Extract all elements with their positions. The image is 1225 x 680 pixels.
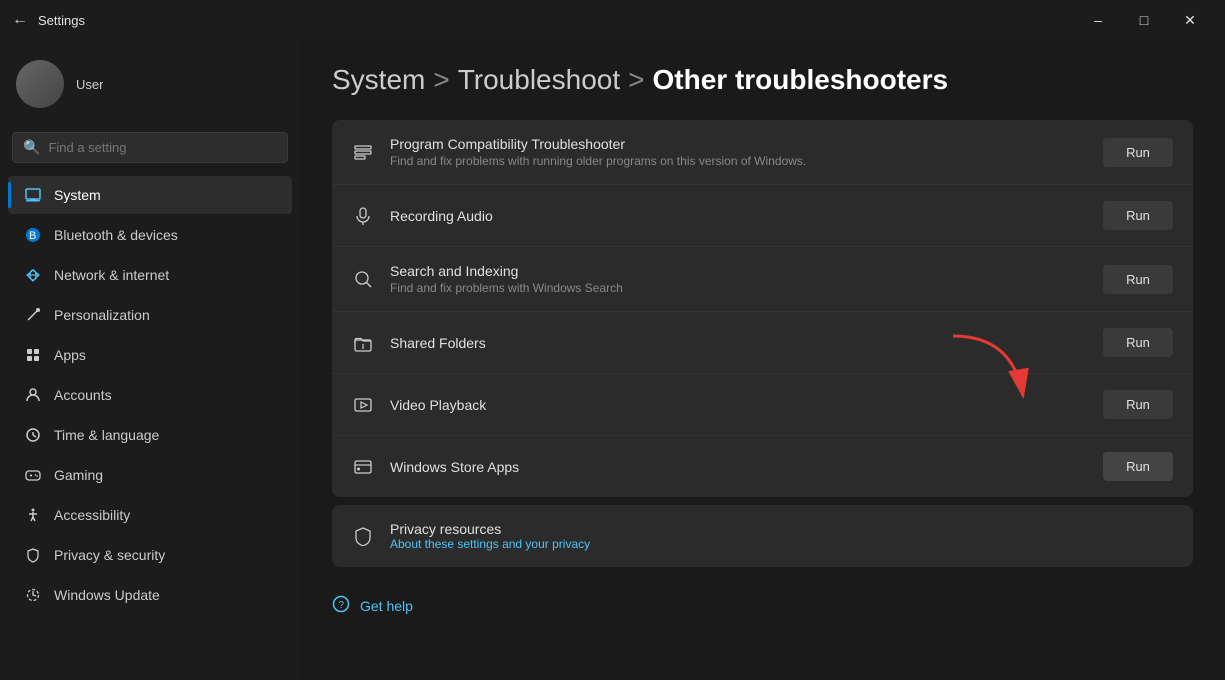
apps-icon: [24, 346, 42, 364]
breadcrumb-system[interactable]: System: [332, 64, 425, 96]
troubleshooter-shared-folders: Shared Folders Run: [332, 312, 1193, 374]
nav-time[interactable]: Time & language: [8, 416, 292, 454]
get-help-label: Get help: [360, 598, 413, 614]
troubleshooter-search-indexing: Search and Indexing Find and fix problem…: [332, 247, 1193, 312]
search-indexing-icon: [352, 268, 374, 290]
get-help-icon: ?: [332, 595, 350, 616]
recording-audio-run-button[interactable]: Run: [1103, 201, 1173, 230]
titlebar-controls: – □ ✕: [1075, 4, 1213, 36]
shared-folders-title: Shared Folders: [390, 335, 1087, 351]
program-compat-run-button[interactable]: Run: [1103, 138, 1173, 167]
minimize-button[interactable]: –: [1075, 4, 1121, 36]
search-input[interactable]: [48, 140, 277, 155]
nav-bluetooth[interactable]: B Bluetooth & devices: [8, 216, 292, 254]
svg-text:B: B: [29, 230, 36, 242]
network-icon: [24, 266, 42, 284]
nav-gaming[interactable]: Gaming: [8, 456, 292, 494]
app-body: User 🔍 System B Bluetooth & devices Netw…: [0, 40, 1225, 680]
titlebar: ← Settings – □ ✕: [0, 0, 1225, 40]
nav-privacy[interactable]: Privacy & security: [8, 536, 292, 574]
program-compat-icon: [352, 141, 374, 163]
breadcrumb-current: Other troubleshooters: [652, 64, 948, 96]
nav-system[interactable]: System: [8, 176, 292, 214]
troubleshooter-list: Program Compatibility Troubleshooter Fin…: [332, 120, 1193, 497]
bluetooth-icon: B: [24, 226, 42, 244]
windows-store-text: Windows Store Apps: [390, 459, 1087, 475]
nav-network[interactable]: Network & internet: [8, 256, 292, 294]
system-icon: [24, 186, 42, 204]
privacy-resources-title: Privacy resources: [390, 521, 1173, 537]
shared-folders-run-button[interactable]: Run: [1103, 328, 1173, 357]
program-compat-title: Program Compatibility Troubleshooter: [390, 136, 1087, 152]
search-icon: 🔍: [23, 139, 40, 156]
nav-accessibility-label: Accessibility: [54, 507, 130, 523]
update-icon: [24, 586, 42, 604]
nav-accounts-label: Accounts: [54, 387, 112, 403]
titlebar-left: ← Settings: [12, 11, 85, 29]
windows-store-run-button[interactable]: Run: [1103, 452, 1173, 481]
shared-folders-icon: [352, 332, 374, 354]
breadcrumb: System > Troubleshoot > Other troublesho…: [332, 64, 1193, 96]
maximize-button[interactable]: □: [1121, 4, 1167, 36]
search-box[interactable]: 🔍: [12, 132, 288, 163]
search-indexing-title: Search and Indexing: [390, 263, 1087, 279]
program-compat-desc: Find and fix problems with running older…: [390, 154, 1087, 168]
recording-audio-text: Recording Audio: [390, 208, 1087, 224]
nav-accounts[interactable]: Accounts: [8, 376, 292, 414]
accessibility-icon: [24, 506, 42, 524]
gaming-icon: [24, 466, 42, 484]
nav-update-label: Windows Update: [54, 587, 160, 603]
troubleshooter-program-compat: Program Compatibility Troubleshooter Fin…: [332, 120, 1193, 185]
nav-accessibility[interactable]: Accessibility: [8, 496, 292, 534]
troubleshooter-video-playback: Video Playback Run: [332, 374, 1193, 436]
troubleshooter-recording-audio: Recording Audio Run: [332, 185, 1193, 247]
svg-text:?: ?: [339, 600, 345, 611]
nav-privacy-label: Privacy & security: [54, 547, 165, 563]
recording-audio-icon: [352, 205, 374, 227]
content-area: System > Troubleshoot > Other troublesho…: [300, 40, 1225, 680]
privacy-resources-link[interactable]: About these settings and your privacy: [390, 537, 1173, 551]
privacy-resources-icon: [352, 525, 374, 547]
privacy-resources-text: Privacy resources About these settings a…: [390, 521, 1173, 551]
back-icon[interactable]: ←: [12, 11, 28, 29]
breadcrumb-sep2: >: [628, 64, 644, 96]
get-help[interactable]: ? Get help: [332, 587, 1193, 624]
nav-gaming-label: Gaming: [54, 467, 103, 483]
program-compat-text: Program Compatibility Troubleshooter Fin…: [390, 136, 1087, 168]
video-playback-text: Video Playback: [390, 397, 1087, 413]
video-playback-icon: [352, 394, 374, 416]
nav-update[interactable]: Windows Update: [8, 576, 292, 614]
avatar: [16, 60, 64, 108]
search-indexing-desc: Find and fix problems with Windows Searc…: [390, 281, 1087, 295]
shared-folders-text: Shared Folders: [390, 335, 1087, 351]
close-button[interactable]: ✕: [1167, 4, 1213, 36]
windows-store-icon: [352, 456, 374, 478]
nav-time-label: Time & language: [54, 427, 159, 443]
breadcrumb-sep1: >: [433, 64, 449, 96]
troubleshooter-windows-store: Windows Store Apps Run: [332, 436, 1193, 497]
nav-apps[interactable]: Apps: [8, 336, 292, 374]
nav-apps-label: Apps: [54, 347, 86, 363]
time-icon: [24, 426, 42, 444]
video-playback-title: Video Playback: [390, 397, 1087, 413]
nav-system-label: System: [54, 187, 101, 203]
titlebar-title: Settings: [38, 13, 85, 28]
search-indexing-text: Search and Indexing Find and fix problem…: [390, 263, 1087, 295]
user-name: User: [76, 77, 103, 92]
search-indexing-run-button[interactable]: Run: [1103, 265, 1173, 294]
nav-bluetooth-label: Bluetooth & devices: [54, 227, 178, 243]
privacy-icon: [24, 546, 42, 564]
breadcrumb-troubleshoot[interactable]: Troubleshoot: [458, 64, 620, 96]
user-profile: User: [0, 48, 300, 120]
privacy-resources-item: Privacy resources About these settings a…: [332, 505, 1193, 567]
nav-personalization-label: Personalization: [54, 307, 150, 323]
accounts-icon: [24, 386, 42, 404]
sidebar: User 🔍 System B Bluetooth & devices Netw…: [0, 40, 300, 680]
nav-network-label: Network & internet: [54, 267, 169, 283]
recording-audio-title: Recording Audio: [390, 208, 1087, 224]
nav-personalization[interactable]: Personalization: [8, 296, 292, 334]
personalization-icon: [24, 306, 42, 324]
windows-store-title: Windows Store Apps: [390, 459, 1087, 475]
video-playback-run-button[interactable]: Run: [1103, 390, 1173, 419]
